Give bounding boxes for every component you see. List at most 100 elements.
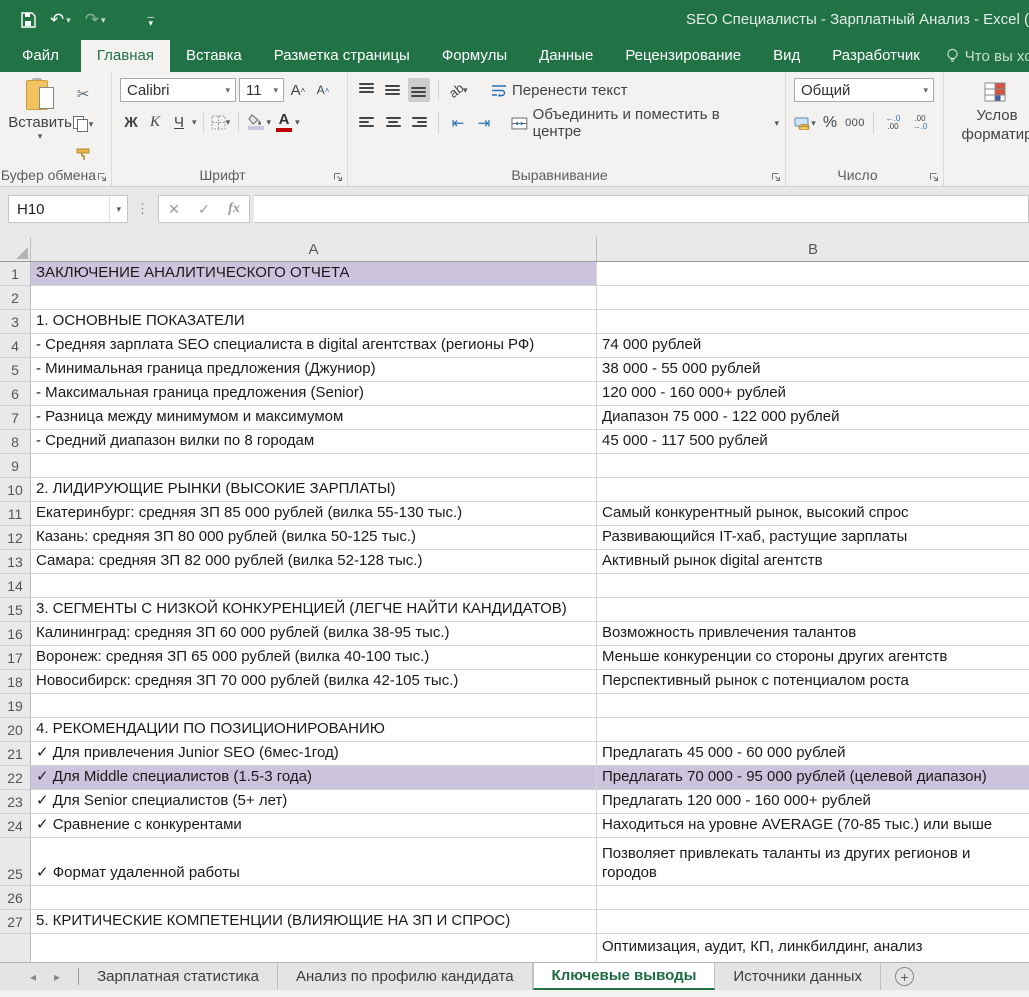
clipboard-dialog-launcher-icon[interactable] — [97, 172, 107, 182]
cell-B11[interactable]: Самый конкурентный рынок, высокий спрос — [597, 502, 1029, 526]
ribbon-tab-данные[interactable]: Данные — [523, 40, 609, 72]
row-header-6[interactable]: 6 — [0, 382, 31, 406]
ribbon-tab-вид[interactable]: Вид — [757, 40, 816, 72]
cell-A2[interactable] — [31, 286, 597, 310]
cell-B17[interactable]: Меньше конкуренции со стороны других аге… — [597, 646, 1029, 670]
decrease-indent-icon[interactable]: ⇤ — [447, 111, 469, 135]
cell-A16[interactable]: Калининград: средняя ЗП 60 000 рублей (в… — [31, 622, 597, 646]
cell-B27[interactable] — [597, 910, 1029, 934]
row-header-4[interactable]: 4 — [0, 334, 31, 358]
cell-B2[interactable] — [597, 286, 1029, 310]
cell-A5[interactable]: - Минимальная граница предложения (Джуни… — [31, 358, 597, 382]
number-format-combo[interactable]: Общий ▾ — [794, 78, 934, 102]
column-header-a[interactable]: A — [31, 237, 597, 261]
cut-icon[interactable]: ✂ — [72, 82, 94, 106]
underline-dropdown-icon[interactable]: ▾ — [192, 117, 197, 128]
row-header-17[interactable]: 17 — [0, 646, 31, 670]
row-header-15[interactable]: 15 — [0, 598, 31, 622]
cell-B4[interactable]: 74 000 рублей — [597, 334, 1029, 358]
customize-quick-access-icon[interactable]: ─ ▾ — [148, 13, 154, 28]
cell-B5[interactable]: 38 000 - 55 000 рублей — [597, 358, 1029, 382]
ribbon-tab-разметка-страницы[interactable]: Разметка страницы — [258, 40, 426, 72]
font-name-combo[interactable]: Calibri ▾ — [120, 78, 236, 102]
cell-A23[interactable]: ✓ Для Senior специалистов (5+ лет) — [31, 790, 597, 814]
cell-A27[interactable]: 5. КРИТИЧЕСКИЕ КОМПЕТЕНЦИИ (ВЛИЯЮЩИЕ НА … — [31, 910, 597, 934]
cell-A7[interactable]: - Разница между минимумом и максимумом — [31, 406, 597, 430]
font-size-combo[interactable]: 11 ▾ — [239, 78, 284, 102]
font-dialog-launcher-icon[interactable] — [333, 172, 343, 182]
merge-center-button[interactable]: Объединить и поместить в центре ▾ — [511, 106, 779, 140]
paste-dropdown-icon[interactable]: ▾ — [38, 131, 43, 142]
wrap-text-button[interactable]: Перенести текст — [491, 78, 628, 102]
row-header-14[interactable]: 14 — [0, 574, 31, 598]
row-header-27[interactable]: 27 — [0, 910, 31, 934]
row-header-3[interactable]: 3 — [0, 310, 31, 334]
sheet-tab-зарплатная-статистика[interactable]: Зарплатная статистика — [79, 963, 278, 990]
name-box[interactable]: H10 ▾ — [8, 195, 128, 223]
ribbon-tab-file[interactable]: Файл — [0, 40, 81, 72]
decrease-font-size-icon[interactable]: А ˄ — [312, 78, 334, 102]
row-header-2[interactable]: 2 — [0, 286, 31, 310]
row-header-24[interactable]: 24 — [0, 814, 31, 838]
ribbon-tab-разработчик[interactable]: Разработчик — [816, 40, 935, 72]
row-header-13[interactable]: 13 — [0, 550, 31, 574]
cell-A14[interactable] — [31, 574, 597, 598]
cell-B13[interactable]: Активный рынок digital агентств — [597, 550, 1029, 574]
conditional-formatting-button[interactable]: Услов форматир — [952, 78, 1029, 144]
cell-A24[interactable]: ✓ Сравнение с конкурентами — [31, 814, 597, 838]
row-header-18[interactable]: 18 — [0, 670, 31, 694]
font-color-dropdown-icon[interactable]: ▾ — [295, 117, 300, 128]
row-header-8[interactable]: 8 — [0, 430, 31, 454]
cell-B22[interactable]: Предлагать 70 000 - 95 000 рублей (целев… — [597, 766, 1029, 790]
row-header-9[interactable]: 9 — [0, 454, 31, 478]
row-header-26[interactable]: 26 — [0, 886, 31, 910]
font-color-button[interactable]: А ▾ — [273, 110, 300, 134]
align-top-icon[interactable] — [356, 78, 378, 102]
fill-color-button[interactable]: ▾ — [245, 110, 272, 134]
number-dialog-launcher-icon[interactable] — [929, 172, 939, 182]
row-header-21[interactable]: 21 — [0, 742, 31, 766]
row-header-22[interactable]: 22 — [0, 766, 31, 790]
row-header-1[interactable]: 1 — [0, 262, 31, 286]
cell-A25[interactable]: ✓ Формат удаленной работы — [31, 838, 597, 886]
cell-A6[interactable]: - Максимальная граница предложения (Seni… — [31, 382, 597, 406]
cancel-icon[interactable]: ✕ — [159, 201, 189, 218]
italic-button[interactable]: К — [144, 110, 166, 134]
cell-B23[interactable]: Предлагать 120 000 - 160 000+ рублей — [597, 790, 1029, 814]
cell-A22[interactable]: ✓ Для Middle специалистов (1.5-3 года) — [31, 766, 597, 790]
undo-button[interactable]: ↶ ▾ — [50, 10, 71, 30]
alignment-dialog-launcher-icon[interactable] — [771, 172, 781, 182]
row-header-23[interactable]: 23 — [0, 790, 31, 814]
increase-indent-icon[interactable]: ⇥ — [473, 111, 495, 135]
tell-me-box[interactable]: Что вы хотите — [936, 40, 1029, 72]
align-center-icon[interactable] — [382, 111, 404, 135]
cell-B12[interactable]: Развивающийся IT-хаб, растущие зарплаты — [597, 526, 1029, 550]
align-left-icon[interactable] — [356, 111, 378, 135]
comma-style-icon[interactable]: 000 — [844, 111, 866, 135]
cell-B26[interactable] — [597, 886, 1029, 910]
insert-function-icon[interactable]: fx — [219, 201, 249, 217]
format-painter-icon[interactable] — [72, 142, 94, 166]
cell-A10[interactable]: 2. ЛИДИРУЮЩИЕ РЫНКИ (ВЫСОКИЕ ЗАРПЛАТЫ) — [31, 478, 597, 502]
align-right-icon[interactable] — [408, 111, 430, 135]
formula-input[interactable] — [254, 195, 1029, 223]
paste-button[interactable]: Вставить ▾ — [8, 78, 72, 166]
row-header-5[interactable]: 5 — [0, 358, 31, 382]
merge-dropdown-icon[interactable]: ▾ — [774, 118, 779, 129]
cell-A9[interactable] — [31, 454, 597, 478]
cell-B20[interactable] — [597, 718, 1029, 742]
align-middle-icon[interactable] — [382, 78, 404, 102]
ribbon-tab-главная[interactable]: Главная — [80, 40, 170, 72]
row-header-11[interactable]: 11 — [0, 502, 31, 526]
fill-color-dropdown-icon[interactable]: ▾ — [267, 117, 272, 128]
new-sheet-button[interactable]: + — [894, 963, 914, 990]
cell-B25[interactable]: Позволяет привлекать таланты из других р… — [597, 838, 1029, 886]
sheet-tab-источники-данных[interactable]: Источники данных — [715, 963, 881, 990]
row-header-7[interactable]: 7 — [0, 406, 31, 430]
orientation-icon[interactable]: ab ▾ — [445, 78, 469, 102]
cell-B19[interactable] — [597, 694, 1029, 718]
name-box-dropdown-icon[interactable]: ▾ — [109, 196, 127, 222]
decrease-decimal-icon[interactable]: .00 →.0 — [908, 115, 932, 131]
cell-B16[interactable]: Возможность привлечения талантов — [597, 622, 1029, 646]
cell-B15[interactable] — [597, 598, 1029, 622]
